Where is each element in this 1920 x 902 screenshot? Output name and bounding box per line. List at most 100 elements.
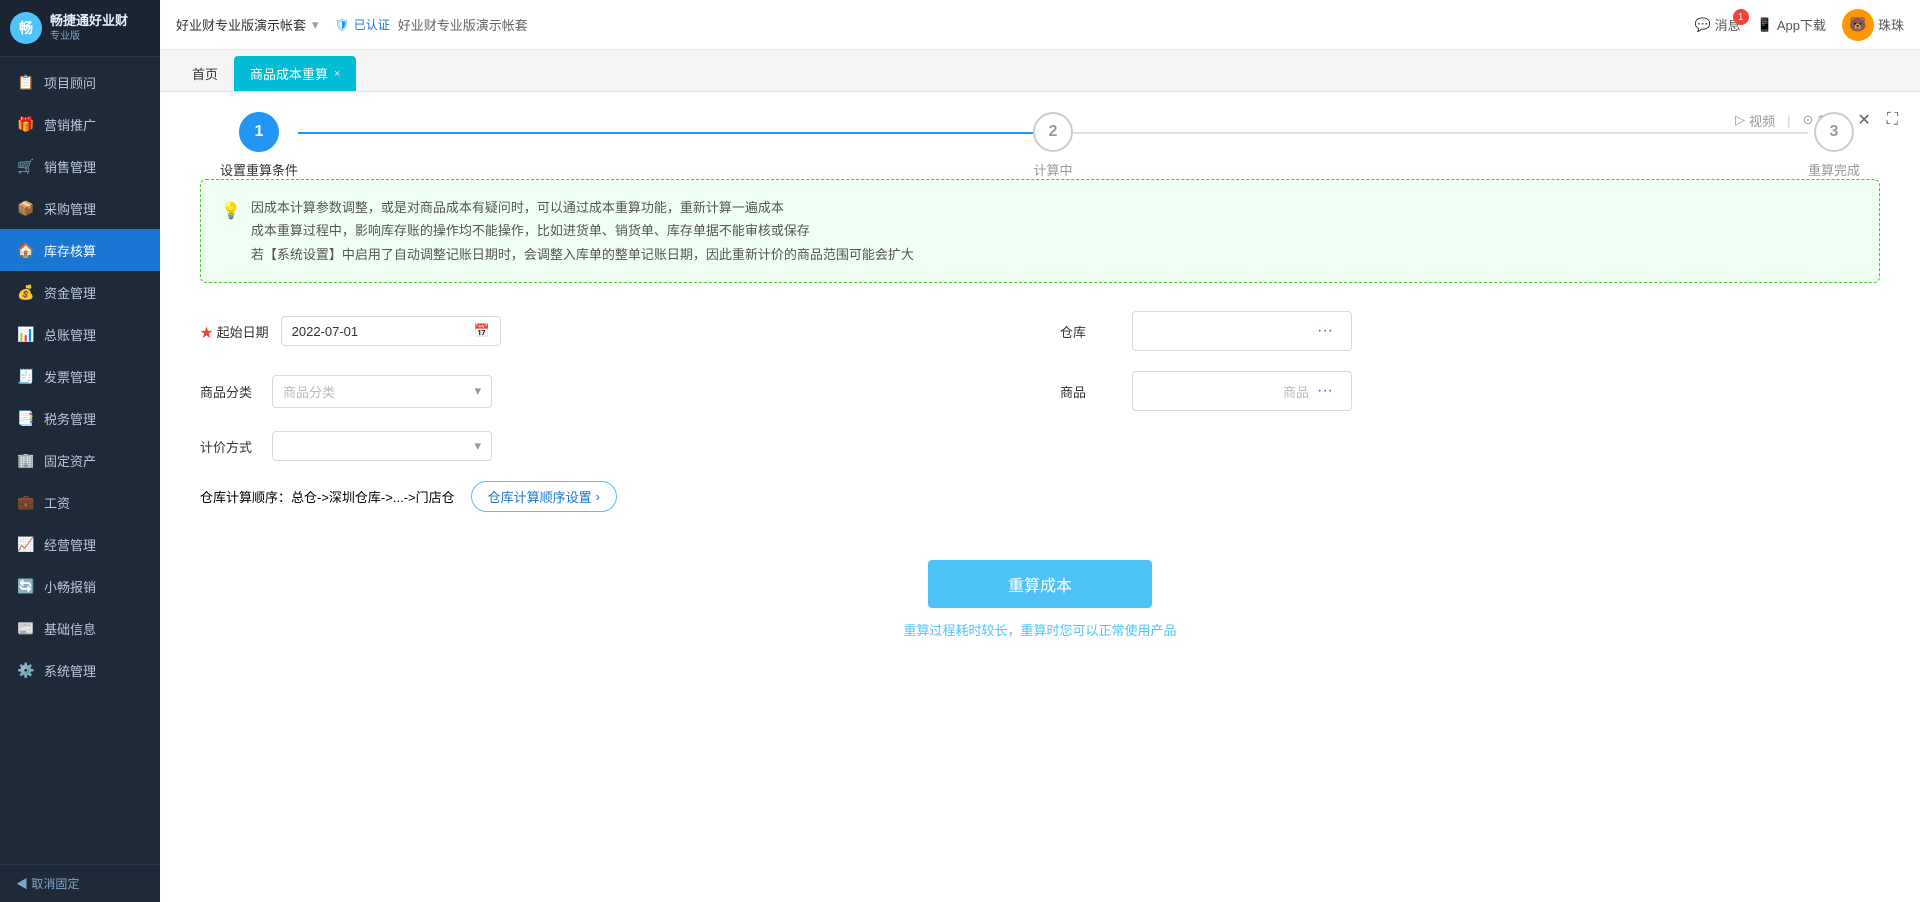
product-input[interactable]: 商品 ··· [1132, 371, 1352, 411]
category-select[interactable]: 商品分类 ▾ [272, 375, 492, 408]
sidebar-item-project[interactable]: 📋 项目顾问 [0, 61, 160, 103]
user-avatar-emoji: 🐻 [1849, 16, 1866, 33]
app-download-label: App下载 [1777, 15, 1826, 34]
start-date-label: ★ 起始日期 [200, 322, 269, 341]
sidebar-item-purchase[interactable]: 📦 采购管理 [0, 187, 160, 229]
category-placeholder: 商品分类 [283, 382, 335, 401]
account-selector[interactable]: 好业财专业版演示帐套 ▾ [176, 15, 319, 34]
content-area: ▷ 视频 | ⊙ 帮助 ✕ ⛶ 1 设置重算条件 [160, 92, 1920, 902]
sidebar-item-label: 经营管理 [44, 535, 96, 554]
step-2: 2 计算中 [1033, 112, 1073, 179]
sidebar-logo: 畅 畅捷通好业财 专业版 [0, 0, 160, 57]
pricing-select[interactable]: ▾ [272, 431, 492, 461]
form-section: ★ 起始日期 2022-07-01 📅 仓库 ··· [160, 311, 1920, 512]
topbar-left: 好业财专业版演示帐套 ▾ 🛡 已认证 好业财专业版演示帐套 [176, 15, 1694, 34]
project-icon: 📋 [16, 72, 36, 92]
sidebar-item-label: 项目顾问 [44, 73, 96, 92]
sidebar-item-operation[interactable]: 📈 经营管理 [0, 523, 160, 565]
topbar-right: 💬 消息 1 📱 App下载 🐻 珠珠 [1694, 9, 1904, 41]
verified-text: 已认证 [354, 16, 390, 33]
sidebar-item-invoice[interactable]: 🧾 发票管理 [0, 355, 160, 397]
step-1-label: 设置重算条件 [220, 160, 298, 179]
product-field: 商品 商品 ··· [1060, 371, 1880, 411]
video-label: 视频 [1749, 111, 1775, 130]
active-tab-label: 商品成本重算 [250, 64, 328, 83]
warehouse-order-btn-label: 仓库计算顺序设置 [488, 487, 592, 506]
separator: | [1787, 113, 1790, 128]
sidebar-item-inventory[interactable]: 🏠 库存核算 [0, 229, 160, 271]
salary-icon: 💼 [16, 492, 36, 512]
warehouse-input[interactable]: ··· [1132, 311, 1352, 351]
warehouse-order-label: 仓库计算顺序：总仓->深圳仓库->...->门店仓 [200, 487, 455, 506]
sidebar-item-label: 发票管理 [44, 367, 96, 386]
expense-icon: 🔄 [16, 576, 36, 596]
account-selector-text: 好业财专业版演示帐套 [176, 15, 306, 34]
app-download-button[interactable]: 📱 App下载 [1757, 15, 1826, 34]
sidebar-item-label: 营销推广 [44, 115, 96, 134]
sidebar-item-expense[interactable]: 🔄 小畅报销 [0, 565, 160, 607]
warehouse-order-button[interactable]: 仓库计算顺序设置 › [471, 481, 617, 512]
video-link[interactable]: ▷ 视频 [1735, 111, 1775, 130]
recalc-button[interactable]: 重算成本 [928, 560, 1152, 608]
sidebar: 畅 畅捷通好业财 专业版 📋 项目顾问 🎁 营销推广 🛒 销售管理 📦 采购管理… [0, 0, 160, 902]
sidebar-item-tax[interactable]: 📑 税务管理 [0, 397, 160, 439]
warehouse-dots-button[interactable]: ··· [1309, 318, 1341, 344]
account-dropdown-arrow: ▾ [312, 17, 319, 33]
sidebar-item-asset[interactable]: 🏢 固定资产 [0, 439, 160, 481]
maximize-button[interactable]: ⛶ [1885, 109, 1900, 131]
step-1: 1 设置重算条件 [220, 112, 298, 179]
sidebar-item-system[interactable]: ⚙️ 系统管理 [0, 649, 160, 691]
recalc-button-label: 重算成本 [1008, 578, 1072, 595]
sidebar-item-label: 库存核算 [44, 241, 96, 260]
shield-icon: 🛡 [335, 18, 350, 32]
sidebar-item-salary[interactable]: 💼 工资 [0, 481, 160, 523]
tab-home[interactable]: 首页 [176, 56, 234, 91]
sidebar-item-finance[interactable]: 💰 资金管理 [0, 271, 160, 313]
info-icon: 💡 [221, 198, 241, 266]
sidebar-menu: 📋 项目顾问 🎁 营销推广 🛒 销售管理 📦 采购管理 🏠 库存核算 💰 资金管… [0, 57, 160, 864]
category-field: 商品分类 商品分类 ▾ [200, 375, 1020, 408]
sidebar-collapse-label: ◀ 取消固定 [16, 875, 79, 892]
sidebar-item-label: 资金管理 [44, 283, 96, 302]
video-play-icon: ▷ [1735, 112, 1745, 128]
info-line-2: 成本重算过程中，影响库存账的操作均不能操作，比如进货单、销货单、库存单据不能审核… [251, 219, 914, 242]
user-avatar-button[interactable]: 🐻 珠珠 [1842, 9, 1904, 41]
start-date-input[interactable]: 2022-07-01 📅 [281, 316, 501, 346]
sidebar-item-basic[interactable]: 📰 基础信息 [0, 607, 160, 649]
tab-active[interactable]: 商品成本重算 × [234, 56, 356, 91]
product-dots-button[interactable]: ··· [1309, 378, 1341, 404]
user-name: 珠珠 [1878, 15, 1904, 34]
message-icon: 💬 [1694, 17, 1710, 33]
sidebar-item-label: 销售管理 [44, 157, 96, 176]
inventory-icon: 🏠 [16, 240, 36, 260]
step-line-1 [298, 132, 1033, 134]
message-button[interactable]: 💬 消息 1 [1694, 15, 1740, 34]
sidebar-collapse-button[interactable]: ◀ 取消固定 [0, 864, 160, 902]
sidebar-item-sales[interactable]: 🛒 销售管理 [0, 145, 160, 187]
step-3-label: 重算完成 [1808, 160, 1860, 179]
step-line-2 [1073, 132, 1808, 134]
basic-icon: 📰 [16, 618, 36, 638]
category-arrow-icon: ▾ [474, 383, 481, 399]
step-3: 3 重算完成 [1808, 112, 1860, 179]
warehouse-order-row: 仓库计算顺序：总仓->深圳仓库->...->门店仓 仓库计算顺序设置 › [200, 481, 1880, 512]
account-name-display: 好业财专业版演示帐套 [398, 15, 528, 34]
sidebar-item-label: 采购管理 [44, 199, 96, 218]
sales-icon: 🛒 [16, 156, 36, 176]
sidebar-item-label: 总账管理 [44, 325, 96, 344]
step-2-label: 计算中 [1033, 160, 1072, 179]
sidebar-item-label: 系统管理 [44, 661, 96, 680]
tax-icon: 📑 [16, 408, 36, 428]
sidebar-item-label: 税务管理 [44, 409, 96, 428]
purchase-icon: 📦 [16, 198, 36, 218]
start-date-field: ★ 起始日期 2022-07-01 📅 [200, 316, 1020, 346]
sidebar-item-label: 基础信息 [44, 619, 96, 638]
finance-icon: 💰 [16, 282, 36, 302]
sidebar-item-marketing[interactable]: 🎁 营销推广 [0, 103, 160, 145]
step-1-circle: 1 [239, 112, 279, 152]
info-line-1: 因成本计算参数调整，或是对商品成本有疑问时，可以通过成本重算功能，重新计算一遍成… [251, 196, 914, 219]
sidebar-item-accounting[interactable]: 📊 总账管理 [0, 313, 160, 355]
tab-close-button[interactable]: × [334, 68, 340, 80]
pricing-arrow-icon: ▾ [474, 438, 481, 454]
warehouse-chevron-icon: › [596, 489, 600, 504]
